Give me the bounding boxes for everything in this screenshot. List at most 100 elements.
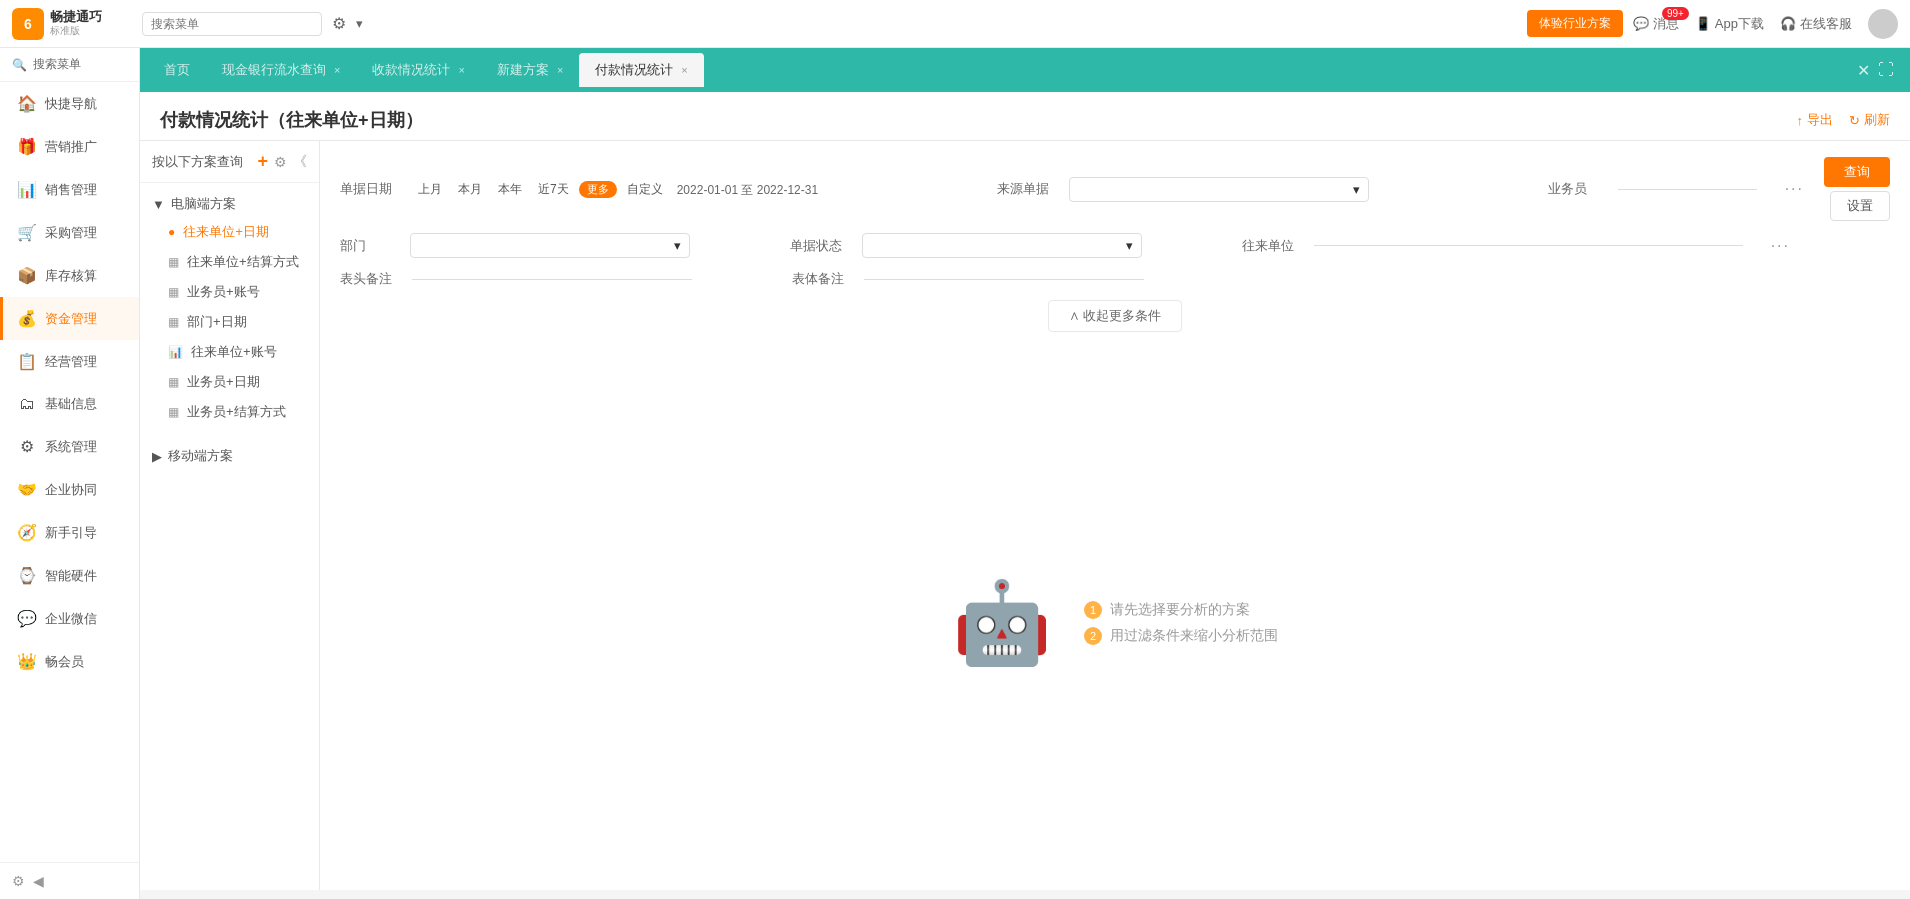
doc-status-select[interactable]: ▾ — [862, 233, 1142, 258]
scheme-item-staff-date[interactable]: ▦业务员+日期 — [140, 367, 319, 397]
tab-pay-stat[interactable]: 付款情况统计× — [579, 53, 703, 87]
top-dropdown-arrow[interactable]: ▾ — [356, 16, 363, 31]
date-btn-custom[interactable]: 自定义 — [621, 179, 669, 200]
sidebar: 🔍 搜索菜单 🏠快捷导航 🎁 营销推广 📊 销售管理 🛒采购管理📦库存核算💰资金管理📋经营… — [0, 48, 140, 899]
sidebar-search[interactable]: 🔍 搜索菜单 — [0, 48, 139, 82]
tab-fullscreen-button[interactable]: ⛶ — [1878, 61, 1894, 79]
sidebar-item-wechat[interactable]: 💬企业微信 — [0, 597, 139, 640]
filter-area: 单据日期 上月 本月 本年 近7天 更多 自定义 2022-01-01 — [320, 141, 1910, 348]
empty-state-text: 1 请先选择要分析的方案 2 用过滤条件来缩小分析范围 — [1084, 601, 1278, 645]
tab-close-pay-stat[interactable]: × — [681, 64, 687, 76]
dept-label: 部门 — [340, 237, 390, 255]
sidebar-item-marketing[interactable]: 🎁 营销推广 — [0, 125, 139, 168]
refresh-label: 刷新 — [1864, 111, 1890, 129]
scheme-group-header-desktop[interactable]: ▼ 电脑端方案 — [140, 191, 319, 217]
sidebar-item-purchase[interactable]: 🛒采购管理 — [0, 211, 139, 254]
top-gear-button[interactable]: ⚙ — [332, 14, 346, 33]
date-btn-more[interactable]: 更多 — [579, 181, 617, 198]
date-btn-7days[interactable]: 近7天 — [532, 179, 575, 200]
sales-icon: 📊 — [17, 180, 37, 199]
scheme-item-partner-settlement[interactable]: ▦往来单位+结算方式 — [140, 247, 319, 277]
trial-button[interactable]: 体验行业方案 — [1527, 10, 1623, 37]
user-avatar[interactable] — [1868, 9, 1898, 39]
sidebar-item-business[interactable]: 📋经营管理 — [0, 340, 139, 383]
sidebar-item-base-info[interactable]: 🗂基础信息 — [0, 383, 139, 425]
tab-new-plan[interactable]: 新建方案× — [481, 53, 579, 87]
cooperation-label: 企业协同 — [45, 481, 97, 499]
top-search-input[interactable] — [142, 12, 322, 36]
sidebar-search-label: 搜索菜单 — [33, 56, 81, 73]
tab-label-bank-flow: 现金银行流水查询 — [222, 61, 326, 79]
source-select[interactable]: ▾ — [1069, 177, 1369, 202]
scheme-add-button[interactable]: + — [257, 151, 268, 172]
sidebar-item-system[interactable]: ⚙系统管理 — [0, 425, 139, 468]
sidebar-item-guide[interactable]: 🧭新手引导 — [0, 511, 139, 554]
partner-date-scheme-label: 往来单位+日期 — [183, 223, 269, 241]
filter-settings-button[interactable]: 设置 — [1830, 191, 1890, 221]
sidebar-item-sales[interactable]: 📊 销售管理 — [0, 168, 139, 211]
sidebar-item-cooperation[interactable]: 🤝 企业协同 — [0, 468, 139, 511]
marketing-label: 营销推广 — [45, 138, 97, 156]
top-bar: 6 畅捷通巧 标准版 ⚙ ▾ 体验行业方案 💬 消息 99+ 📱 App下载 🎧… — [0, 0, 1910, 48]
sales-label: 销售管理 — [45, 181, 97, 199]
cooperation-icon: 🤝 — [17, 480, 37, 499]
marketing-icon: 🎁 — [17, 137, 37, 156]
tab-close-bank-flow[interactable]: × — [334, 64, 340, 76]
dept-select[interactable]: ▾ — [410, 233, 690, 258]
scheme-group-mobile: ▶ 移动端方案 — [140, 435, 319, 477]
online-service-group[interactable]: 🎧 在线客服 — [1780, 15, 1852, 33]
scheme-item-partner-account[interactable]: 📊往来单位+账号 — [140, 337, 319, 367]
hardware-icon: ⌚ — [17, 566, 37, 585]
empty-hint-2-text: 用过滤条件来缩小分析范围 — [1110, 627, 1278, 645]
tab-receipts-stat[interactable]: 收款情况统计 × — [356, 53, 480, 87]
page-header-actions: ↑ 导出 ↻ 刷新 — [1797, 111, 1891, 129]
partner-input[interactable] — [1314, 245, 1743, 246]
query-button[interactable]: 查询 — [1824, 157, 1890, 187]
scheme-settings-button[interactable]: ⚙ — [274, 154, 287, 170]
scheme-item-dept-date[interactable]: ▦部门+日期 — [140, 307, 319, 337]
sidebar-item-quick-nav[interactable]: 🏠快捷导航 — [0, 82, 139, 125]
sidebar-item-inventory[interactable]: 📦库存核算 — [0, 254, 139, 297]
scheme-panel: 按以下方案查询 + ⚙ 《 ▼ 电脑端方案 — [140, 141, 320, 890]
tab-home[interactable]: 首页 — [148, 53, 206, 87]
messages-icon-group[interactable]: 💬 消息 99+ — [1633, 15, 1679, 33]
tab-label-receipts-stat: 收款情况统计 — [372, 61, 450, 79]
scheme-items-desktop: ●往来单位+日期▦往来单位+结算方式▦业务员+账号▦部门+日期📊往来单位+账号▦… — [140, 217, 319, 427]
tab-bank-flow[interactable]: 现金银行流水查询 × — [206, 53, 356, 87]
tab-close-receipts-stat[interactable]: × — [458, 64, 464, 76]
date-btn-this-year[interactable]: 本年 — [492, 179, 528, 200]
export-button[interactable]: ↑ 导出 — [1797, 111, 1834, 129]
staff-settlement-scheme-label: 业务员+结算方式 — [187, 403, 286, 421]
sidebar-item-hardware[interactable]: ⌚智能硬件 — [0, 554, 139, 597]
sidebar-settings-button[interactable]: ⚙ — [12, 873, 25, 889]
scheme-item-staff-account[interactable]: ▦业务员+账号 — [140, 277, 319, 307]
scheme-item-staff-settlement[interactable]: ▦业务员+结算方式 — [140, 397, 319, 427]
refresh-icon: ↻ — [1849, 113, 1860, 128]
partner-dots[interactable]: ··· — [1771, 237, 1790, 255]
message-icon: 💬 — [1633, 16, 1649, 31]
scheme-collapse-button[interactable]: 《 — [293, 153, 307, 171]
scheme-item-partner-date[interactable]: ●往来单位+日期 — [140, 217, 319, 247]
date-btn-last-month[interactable]: 上月 — [412, 179, 448, 200]
system-icon: ⚙ — [17, 437, 37, 456]
date-btn-this-month[interactable]: 本月 — [452, 179, 488, 200]
scheme-group-label-mobile: 移动端方案 — [168, 447, 233, 465]
body-note-input[interactable] — [864, 279, 1144, 280]
staff-input[interactable] — [1618, 189, 1757, 190]
refresh-button[interactable]: ↻ 刷新 — [1849, 111, 1890, 129]
staff-dots[interactable]: ··· — [1785, 180, 1804, 198]
tab-close-all-button[interactable]: ✕ — [1857, 61, 1870, 80]
sidebar-item-finance[interactable]: 💰资金管理 — [0, 297, 139, 340]
sidebar-item-member[interactable]: 👑畅会员 — [0, 640, 139, 683]
header-note-input[interactable] — [412, 279, 692, 280]
date-buttons-group: 上月 本月 本年 近7天 更多 自定义 2022-01-01 至 2022-12… — [412, 179, 818, 200]
empty-hint-2: 2 用过滤条件来缩小分析范围 — [1084, 627, 1278, 645]
tab-close-new-plan[interactable]: × — [557, 64, 563, 76]
sidebar-collapse-button[interactable]: ◀ — [33, 873, 44, 889]
scheme-group-header-mobile[interactable]: ▶ 移动端方案 — [140, 443, 319, 469]
app-download-group[interactable]: 📱 App下载 — [1695, 15, 1764, 33]
dept-date-scheme-icon: ▦ — [168, 315, 179, 329]
business-icon: 📋 — [17, 352, 37, 371]
collapse-button[interactable]: ∧ 收起更多条件 — [1048, 300, 1183, 332]
purchase-icon: 🛒 — [17, 223, 37, 242]
